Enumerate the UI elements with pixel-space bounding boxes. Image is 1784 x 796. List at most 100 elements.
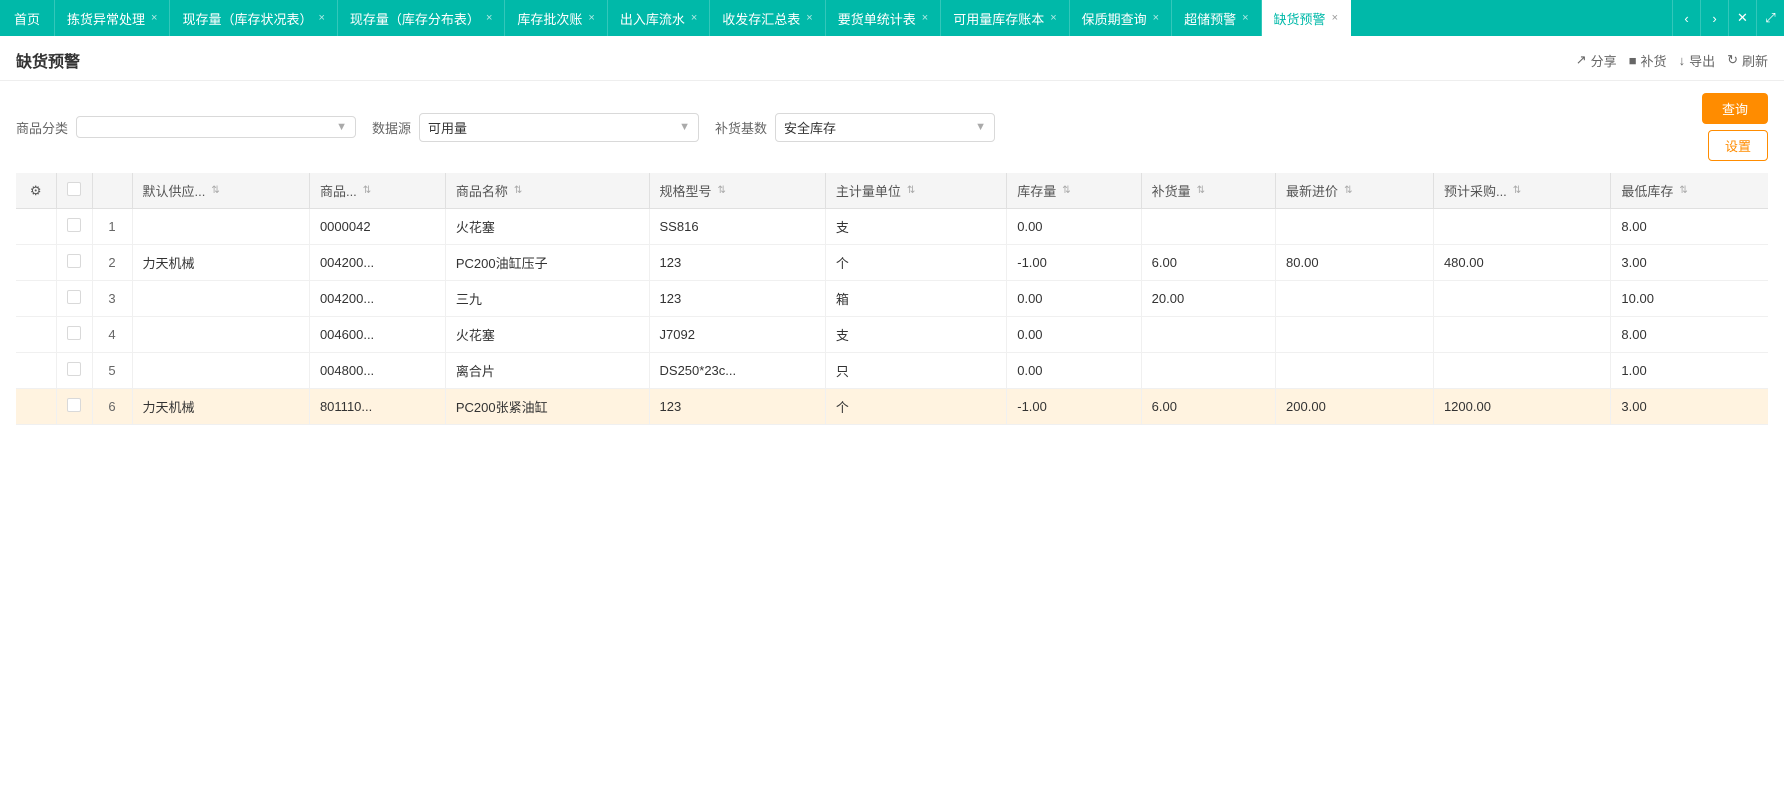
home-tab[interactable]: 首页 <box>0 0 55 36</box>
sort-icon-product_name[interactable]: ⇅ <box>514 185 522 196</box>
sort-icon-stock[interactable]: ⇅ <box>1062 185 1070 196</box>
query-button[interactable]: 查询 <box>1702 93 1768 124</box>
sort-icon-default_supplier[interactable]: ⇅ <box>211 185 219 196</box>
nav-tab-7[interactable]: 可用量库存账本× <box>941 0 1069 36</box>
export-label: 导出 <box>1689 51 1715 70</box>
th-stock[interactable]: 库存量 ⇅ <box>1007 173 1141 209</box>
share-btn[interactable]: ↗ 分享 <box>1576 51 1617 70</box>
sort-icon-spec[interactable]: ⇅ <box>718 185 726 196</box>
th-min_stock[interactable]: 最低库存⇅ <box>1611 173 1768 209</box>
nav-prev-btn[interactable]: ‹ <box>1672 0 1700 36</box>
row-checkbox[interactable] <box>56 209 92 245</box>
nav-tab-1[interactable]: 现存量（库存状况表） × <box>170 0 337 36</box>
replenish-basis-select[interactable]: 安全库存 ▼ <box>775 113 995 142</box>
nav-expand-btn[interactable]: ⤢ <box>1756 0 1784 36</box>
nav-tab-2[interactable]: 现存量（库存分布表） × <box>338 0 505 36</box>
settings-col-header[interactable]: ⚙ <box>16 173 56 209</box>
sort-icon-latest_price[interactable]: ⇅ <box>1344 185 1352 196</box>
refresh-label: 刷新 <box>1742 51 1768 70</box>
nav-tab-9[interactable]: 超储预警 × <box>1172 0 1261 36</box>
cell-min_stock: 8.00 <box>1611 209 1768 245</box>
th-label-default_supplier: 默认供应... <box>143 181 206 200</box>
nav-tab-8[interactable]: 保质期查询× <box>1070 0 1172 36</box>
export-btn[interactable]: ↓ 导出 <box>1679 51 1716 70</box>
settings-button[interactable]: 设置 <box>1708 130 1768 161</box>
nav-tab-4[interactable]: 出入库流水× <box>608 0 710 36</box>
tab-label: 超储预警 <box>1184 9 1236 28</box>
checkbox-col-header[interactable] <box>56 173 92 209</box>
sort-icon-product_code[interactable]: ⇅ <box>363 185 371 196</box>
cell-est_purchase: 480.00 <box>1433 245 1610 281</box>
cell-replenish: 6.00 <box>1141 245 1275 281</box>
tab-close-icon[interactable]: × <box>486 12 492 24</box>
table-row: 3004200...三九123箱0.0020.0010.00 <box>16 281 1768 317</box>
th-spec[interactable]: 规格型号⇅ <box>649 173 825 209</box>
th-label-est_purchase: 预计采购... <box>1444 181 1507 200</box>
tab-close-icon[interactable]: × <box>1242 12 1248 24</box>
cell-product_name: 三九 <box>445 281 649 317</box>
sort-icon-replenish[interactable]: ⇅ <box>1197 185 1205 196</box>
row-select-checkbox[interactable] <box>67 326 81 340</box>
tab-close-icon[interactable]: × <box>318 12 324 24</box>
datasource-select[interactable]: 可用量 ▼ <box>419 113 699 142</box>
tab-close-icon[interactable]: × <box>922 12 928 24</box>
row-select-checkbox[interactable] <box>67 398 81 412</box>
tab-close-icon[interactable]: × <box>806 12 812 24</box>
tab-close-icon[interactable]: × <box>1332 12 1338 24</box>
th-product_code[interactable]: 商品...⇅ <box>309 173 445 209</box>
th-unit[interactable]: 主计量单位⇅ <box>825 173 1006 209</box>
category-select[interactable]: ▼ <box>76 116 356 138</box>
nav-tab-10[interactable]: 缺货预警× <box>1262 0 1351 36</box>
cell-est_purchase <box>1433 281 1610 317</box>
sort-icon-est_purchase[interactable]: ⇅ <box>1513 185 1521 196</box>
filter-buttons: 查询 设置 <box>1702 93 1768 161</box>
cell-min_stock: 8.00 <box>1611 317 1768 353</box>
th-default_supplier[interactable]: 默认供应... ⇅ <box>132 173 309 209</box>
row-settings-btn <box>16 245 56 281</box>
row-checkbox[interactable] <box>56 317 92 353</box>
cell-replenish <box>1141 353 1275 389</box>
th-product_name[interactable]: 商品名称⇅ <box>445 173 649 209</box>
sort-icon-min_stock[interactable]: ⇅ <box>1679 185 1687 196</box>
th-est_purchase[interactable]: 预计采购... ⇅ <box>1433 173 1610 209</box>
main-table: ⚙默认供应...⇅商品...⇅商品名称⇅规格型号⇅主计量单位⇅库存量⇅补货量⇅最… <box>16 173 1768 425</box>
row-select-checkbox[interactable] <box>67 218 81 232</box>
index-col-header <box>92 173 132 209</box>
row-select-checkbox[interactable] <box>67 362 81 376</box>
tab-close-icon[interactable]: × <box>151 12 157 24</box>
cell-est_purchase <box>1433 317 1610 353</box>
row-checkbox[interactable] <box>56 245 92 281</box>
nav-tab-5[interactable]: 收发存汇总表× <box>710 0 825 36</box>
nav-tab-3[interactable]: 库存批次账× <box>505 0 607 36</box>
row-select-checkbox[interactable] <box>67 290 81 304</box>
table-body: 10000042火花塞SS816支0.008.002力天机械004200...P… <box>16 209 1768 425</box>
nav-tab-6[interactable]: 要货单统计表× <box>826 0 941 36</box>
row-checkbox[interactable] <box>56 281 92 317</box>
tab-close-icon[interactable]: × <box>1153 12 1159 24</box>
tab-close-icon[interactable]: × <box>691 12 697 24</box>
tab-close-icon[interactable]: × <box>1050 12 1056 24</box>
cell-spec: 123 <box>649 245 825 281</box>
nav-close-btn[interactable]: ✕ <box>1728 0 1756 36</box>
sort-icon-unit[interactable]: ⇅ <box>907 185 915 196</box>
tab-label: 现存量（库存分布表） <box>350 9 480 28</box>
tab-label: 现存量（库存状况表） <box>182 9 312 28</box>
row-index: 2 <box>92 245 132 281</box>
nav-tab-0[interactable]: 拣货异常处理× <box>55 0 170 36</box>
row-checkbox[interactable] <box>56 353 92 389</box>
refresh-btn[interactable]: ↻ 刷新 <box>1727 51 1768 70</box>
tab-close-icon[interactable]: × <box>588 12 594 24</box>
row-select-checkbox[interactable] <box>67 254 81 268</box>
th-latest_price[interactable]: 最新进价⇅ <box>1276 173 1434 209</box>
row-checkbox[interactable] <box>56 389 92 425</box>
nav-next-btn[interactable]: › <box>1700 0 1728 36</box>
th-replenish[interactable]: 补货量⇅ <box>1141 173 1275 209</box>
row-settings-btn <box>16 353 56 389</box>
row-index: 1 <box>92 209 132 245</box>
select-all-checkbox[interactable] <box>67 182 81 196</box>
datasource-filter-group: 数据源 可用量 ▼ <box>372 113 699 142</box>
replenish-btn[interactable]: ■ 补货 <box>1629 51 1667 70</box>
replenish-basis-arrow-icon: ▼ <box>975 121 986 133</box>
th-label-stock: 库存量 <box>1017 181 1056 200</box>
gear-icon[interactable]: ⚙ <box>30 183 42 199</box>
